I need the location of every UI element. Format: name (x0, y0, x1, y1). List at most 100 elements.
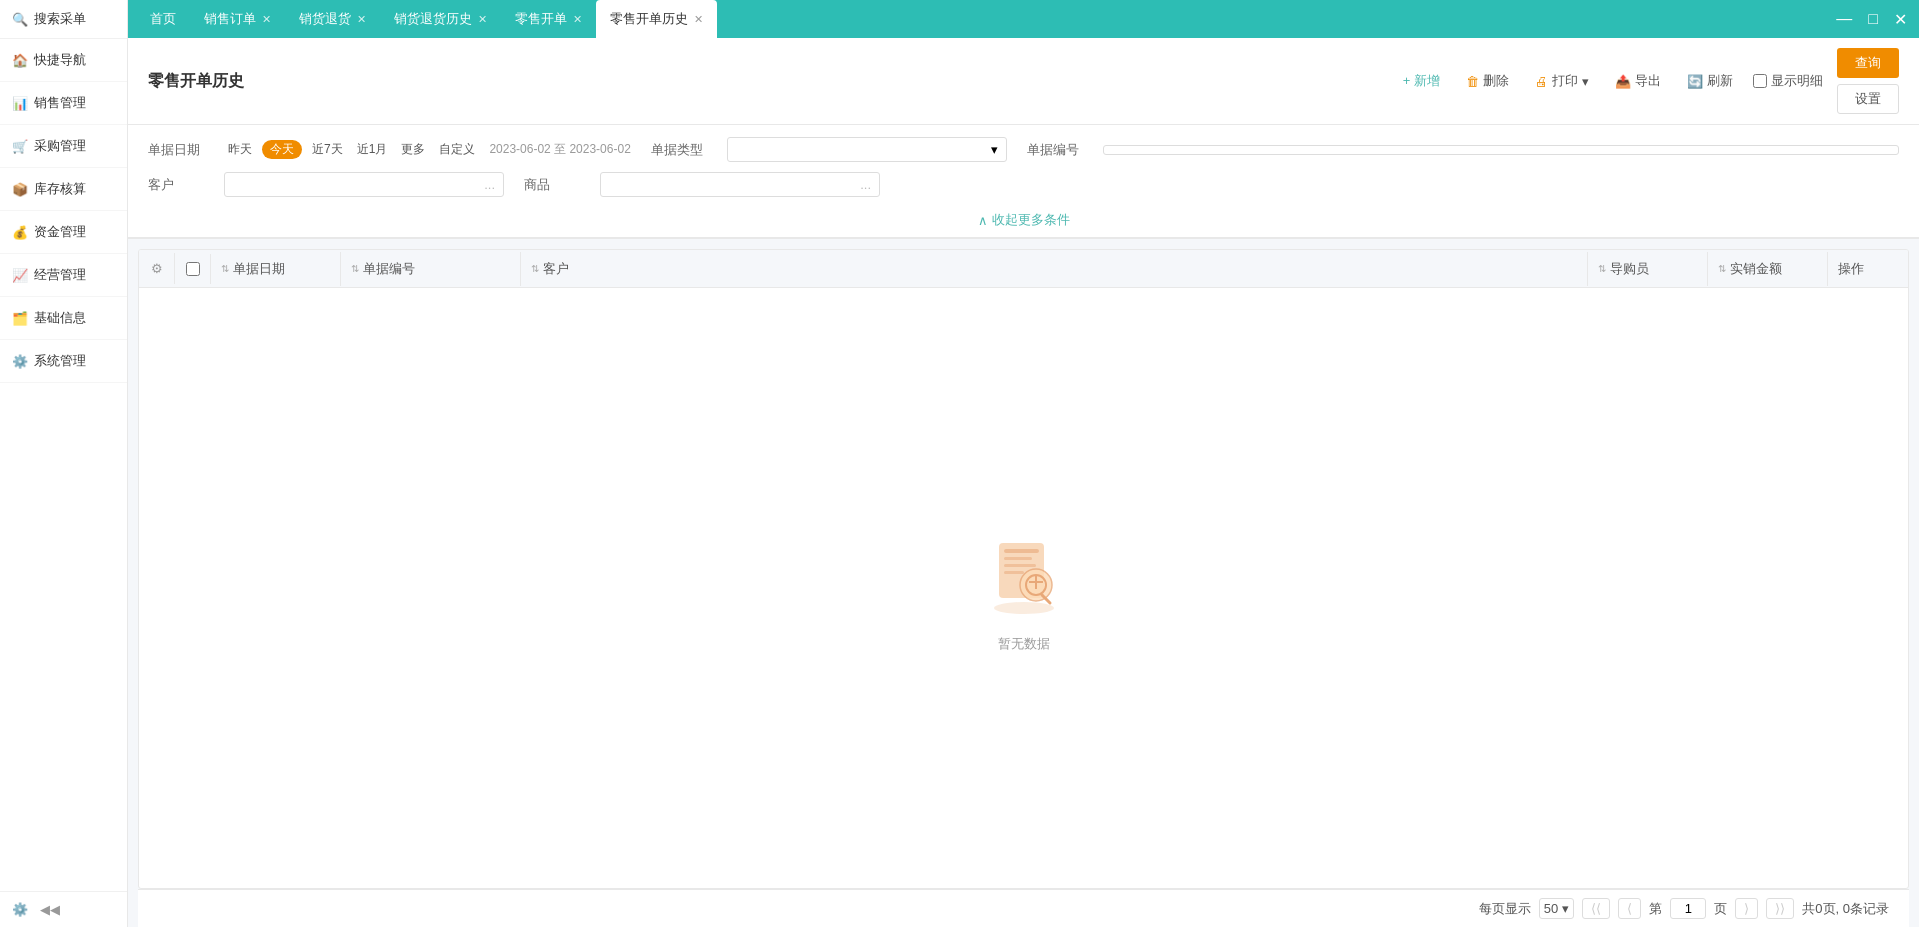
empty-illustration (974, 523, 1074, 623)
delete-button[interactable]: 🗑 删除 (1460, 68, 1515, 94)
tab-retail-open-history-close[interactable]: ✕ (694, 13, 703, 26)
select-all-checkbox[interactable] (186, 262, 200, 276)
sidebar-item-base-info[interactable]: 🗂️ 基础信息 (0, 297, 127, 340)
settings-button[interactable]: 设置 (1837, 84, 1899, 114)
query-button[interactable]: 查询 (1837, 48, 1899, 78)
date-option-7days[interactable]: 近7天 (308, 139, 347, 160)
tab-retail-open[interactable]: 零售开单 ✕ (501, 0, 596, 38)
first-page-button[interactable]: ⟨⟨ (1582, 898, 1610, 919)
th-guide[interactable]: ⇅ 导购员 (1588, 252, 1708, 286)
total-label: 共0页, 0条记录 (1802, 900, 1889, 918)
date-range: 2023-06-02 至 2023-06-02 (489, 141, 630, 158)
collapse-bar[interactable]: ∧ 收起更多条件 (148, 207, 1899, 229)
sort-icon-customer: ⇅ (531, 263, 539, 274)
date-option-custom[interactable]: 自定义 (435, 139, 479, 160)
refresh-button-label: 刷新 (1707, 72, 1733, 90)
page-content: 零售开单历史 + 新增 🗑 删除 🖨 打印 ▾ 📤 导出 (128, 38, 1919, 927)
svg-rect-5 (1004, 571, 1024, 574)
sidebar-item-finance[interactable]: 💰 资金管理 (0, 211, 127, 254)
refresh-button[interactable]: 🔄 刷新 (1681, 68, 1739, 94)
tab-retail-open-close[interactable]: ✕ (573, 13, 582, 26)
settings-icon[interactable]: ⚙️ (12, 902, 28, 917)
date-option-today[interactable]: 今天 (262, 140, 302, 159)
window-close-icon[interactable]: ✕ (1890, 8, 1911, 31)
collapse-sidebar-icon[interactable]: ◀◀ (40, 902, 60, 917)
money-icon: 💰 (12, 225, 28, 240)
print-button-label: 打印 (1552, 72, 1578, 90)
export-button[interactable]: 📤 导出 (1609, 68, 1667, 94)
bill-no-label: 单据编号 (1027, 141, 1083, 159)
per-page-value: 50 (1544, 901, 1558, 916)
tab-home[interactable]: 首页 (136, 0, 190, 38)
th-date[interactable]: ⇅ 单据日期 (211, 252, 341, 286)
bill-type-dropdown-icon: ▾ (991, 142, 998, 157)
date-option-1month[interactable]: 近1月 (353, 139, 392, 160)
query-settings-col: 查询 设置 (1837, 48, 1899, 114)
sidebar-item-sys-mgmt-label: 系统管理 (34, 352, 86, 370)
tab-sales-return-history-close[interactable]: ✕ (478, 13, 487, 26)
chart-icon: 📊 (12, 96, 28, 111)
th-amount[interactable]: ⇅ 实销金额 (1708, 252, 1828, 286)
add-button-label: + 新增 (1403, 72, 1440, 90)
sidebar-item-base-info-label: 基础信息 (34, 309, 86, 327)
display-detail-checkbox[interactable] (1753, 74, 1767, 88)
goods-dots: ... (860, 177, 871, 192)
print-button[interactable]: 🖨 打印 ▾ (1529, 68, 1595, 94)
sidebar-item-finance-label: 资金管理 (34, 223, 86, 241)
cart-icon: 🛒 (12, 139, 28, 154)
tab-sales-return-close[interactable]: ✕ (357, 13, 366, 26)
date-label: 单据日期 (148, 141, 204, 159)
sidebar-item-quick-nav[interactable]: 🏠 快捷导航 (0, 39, 127, 82)
bill-type-select[interactable]: ▾ (727, 137, 1007, 162)
svg-rect-4 (1004, 564, 1036, 567)
next-page-button[interactable]: ⟩ (1735, 898, 1758, 919)
bar-icon: 📈 (12, 268, 28, 283)
table-select-all[interactable] (175, 254, 211, 284)
tab-bar: 首页 销售订单 ✕ 销货退货 ✕ 销货退货历史 ✕ 零售开单 ✕ 零售开单历史 … (128, 0, 1919, 38)
sort-icon-bill-no: ⇅ (351, 263, 359, 274)
gear-icon: ⚙️ (12, 354, 28, 369)
tab-retail-open-label: 零售开单 (515, 10, 567, 28)
sidebar: 🔍 搜索采单 🏠 快捷导航 📊 销售管理 🛒 采购管理 📦 库存核算 💰 资金管… (0, 0, 128, 927)
pagination: 每页显示 50 ▾ ⟨⟨ ⟨ 第 1 页 ⟩ ⟩⟩ 共0页, 0条记录 (138, 889, 1909, 927)
sidebar-item-operation[interactable]: 📈 经营管理 (0, 254, 127, 297)
sidebar-item-inventory[interactable]: 📦 库存核算 (0, 168, 127, 211)
th-customer[interactable]: ⇅ 客户 (521, 252, 1588, 286)
sidebar-search[interactable]: 🔍 搜索采单 (0, 0, 127, 39)
th-bill-no[interactable]: ⇅ 单据编号 (341, 252, 521, 286)
bill-no-input[interactable] (1103, 145, 1899, 155)
tab-sales-order[interactable]: 销售订单 ✕ (190, 0, 285, 38)
sort-icon-guide: ⇅ (1598, 263, 1606, 274)
empty-text: 暂无数据 (998, 635, 1050, 653)
window-minimize-icon[interactable]: — (1832, 8, 1856, 30)
goods-input[interactable]: ... (600, 172, 880, 197)
per-page-select[interactable]: 50 ▾ (1539, 898, 1574, 919)
svg-point-0 (994, 602, 1054, 614)
prev-page-button[interactable]: ⟨ (1618, 898, 1641, 919)
current-page-input[interactable]: 1 (1670, 898, 1706, 919)
date-option-more[interactable]: 更多 (397, 139, 429, 160)
tab-retail-open-history[interactable]: 零售开单历史 ✕ (596, 0, 717, 38)
sort-icon-amount: ⇅ (1718, 263, 1726, 274)
print-dropdown-icon[interactable]: ▾ (1582, 74, 1589, 89)
filter-row-2: 客户 ... 商品 ... (148, 172, 1899, 197)
display-detail-checkbox-wrap[interactable]: 显示明细 (1753, 72, 1823, 90)
add-button[interactable]: + 新增 (1397, 68, 1446, 94)
collapse-label: 收起更多条件 (992, 211, 1070, 229)
sidebar-item-purchase-mgmt[interactable]: 🛒 采购管理 (0, 125, 127, 168)
window-maximize-icon[interactable]: □ (1864, 8, 1882, 30)
table-settings-icon[interactable]: ⚙ (139, 253, 175, 284)
refresh-icon: 🔄 (1687, 74, 1703, 89)
customer-input[interactable]: ... (224, 172, 504, 197)
sidebar-item-sys-mgmt[interactable]: ⚙️ 系统管理 (0, 340, 127, 383)
sidebar-item-sales-mgmt[interactable]: 📊 销售管理 (0, 82, 127, 125)
last-page-button[interactable]: ⟩⟩ (1766, 898, 1794, 919)
sidebar-item-operation-label: 经营管理 (34, 266, 86, 284)
table-header: ⚙ ⇅ 单据日期 ⇅ 单据编号 ⇅ 客户 ⇅ 导购员 (139, 250, 1908, 288)
tab-sales-return-history[interactable]: 销货退货历史 ✕ (380, 0, 501, 38)
th-amount-label: 实销金额 (1730, 260, 1782, 278)
tab-sales-return[interactable]: 销货退货 ✕ (285, 0, 380, 38)
tab-sales-order-close[interactable]: ✕ (262, 13, 271, 26)
date-option-yesterday[interactable]: 昨天 (224, 139, 256, 160)
th-bill-no-label: 单据编号 (363, 260, 415, 278)
